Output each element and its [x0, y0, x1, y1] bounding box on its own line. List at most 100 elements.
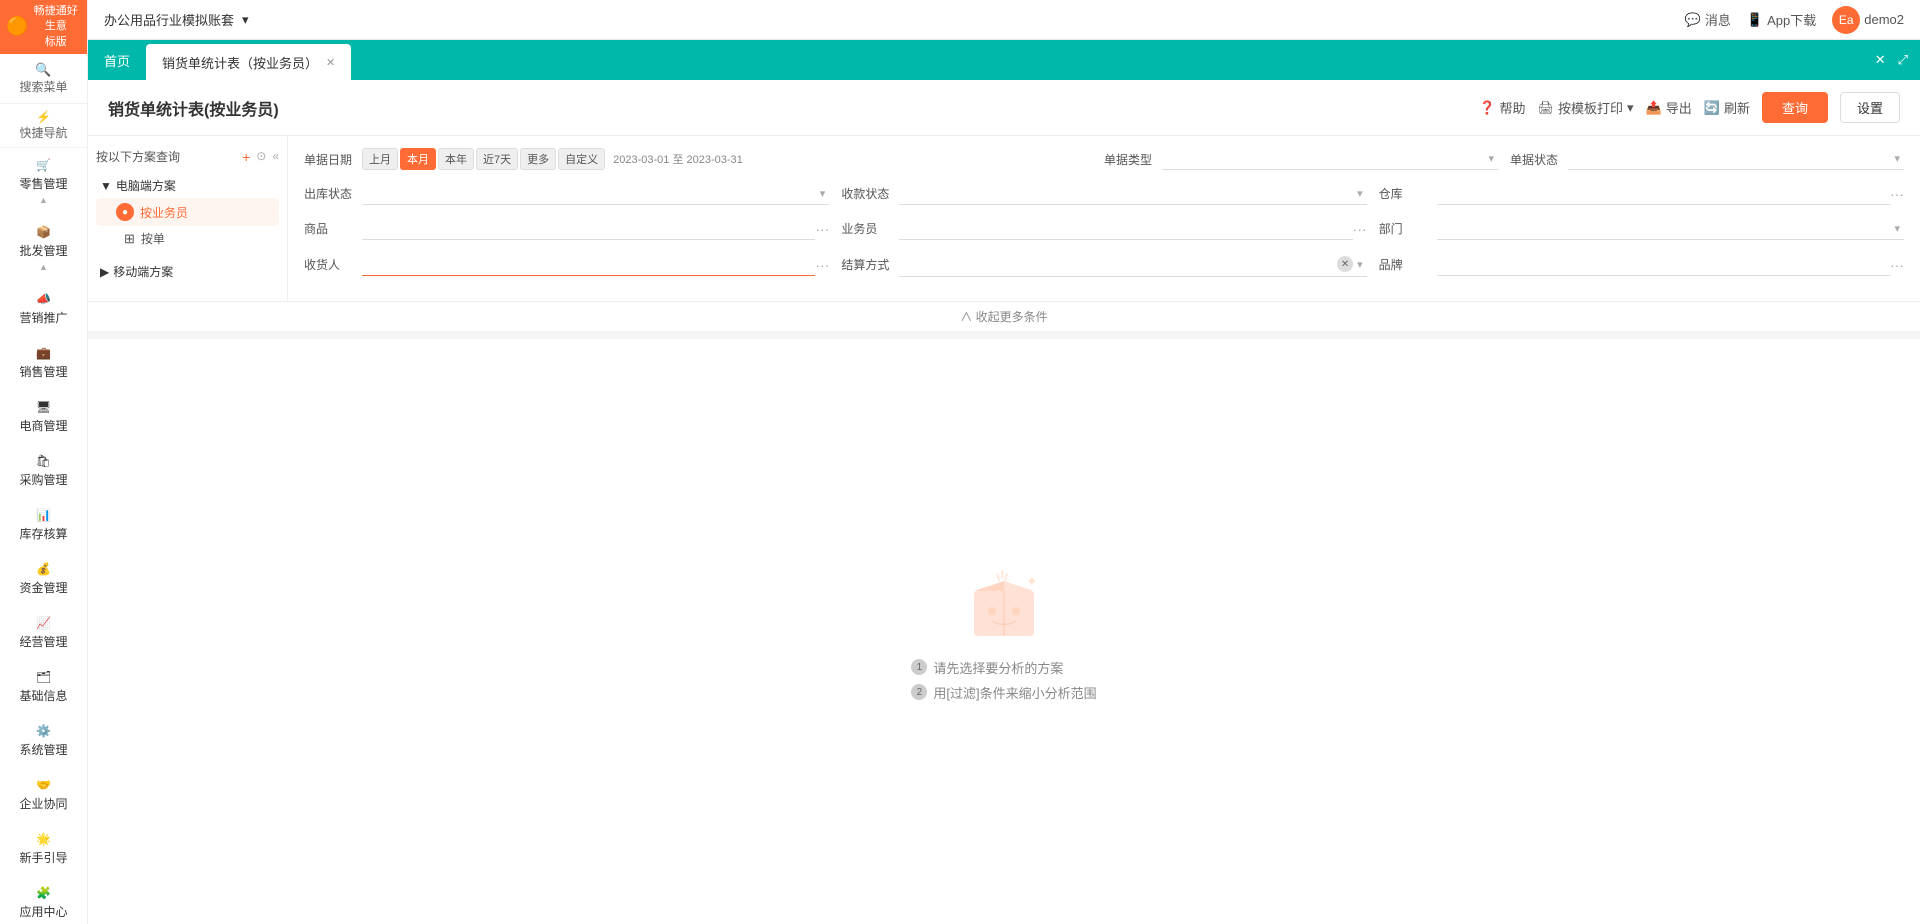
- sidebar-item-operation[interactable]: 📈 经营管理: [0, 606, 87, 660]
- quick-nav-label: 快捷导航: [0, 124, 87, 141]
- tab-close-btn[interactable]: ✕: [326, 56, 335, 69]
- tab-expand-icon[interactable]: ⤢: [1898, 52, 1908, 68]
- desktop-section-title[interactable]: ▼ 电脑端方案: [96, 173, 279, 198]
- settle-method-clear-btn[interactable]: ✕: [1337, 256, 1353, 272]
- sidebar-item-basic[interactable]: 🗂 基础信息: [0, 660, 87, 714]
- search-menu-label: 搜索菜单: [6, 78, 81, 95]
- print-btn[interactable]: 🖨 按模板打印 ▾: [1538, 98, 1634, 117]
- product-input[interactable]: [362, 217, 815, 240]
- user-area[interactable]: Ea demo2: [1832, 6, 1904, 34]
- receipt-status-label: 收款状态: [841, 185, 891, 202]
- filter-area: 按以下方案查询 + ⊙ « ▼ 电脑端方案 ● 按业务员: [88, 136, 1920, 301]
- enterprise-icon: 🤝: [36, 778, 51, 792]
- search-menu-btn[interactable]: 🔍 搜索菜单: [0, 54, 87, 104]
- empty-tips: 1 请先选择要分析的方案 2 用[过滤]条件来缩小分析范围: [911, 658, 1096, 708]
- help-icon: ❓: [1479, 100, 1495, 116]
- date-filter-field: 单据日期 上月 本月 本年 近7天 更多 自定义 2023-03-01 至 20…: [304, 148, 1092, 170]
- sidebar-item-ecommerce[interactable]: 🖥 电商管理: [0, 390, 87, 444]
- brand-dots[interactable]: ···: [1890, 257, 1904, 273]
- warehouse-label: 仓库: [1379, 185, 1429, 202]
- brand-field: 品牌 ···: [1379, 253, 1904, 276]
- edit-scheme-btn[interactable]: ⊙: [256, 149, 266, 165]
- receiver-dots[interactable]: ···: [815, 257, 829, 273]
- tree-item-salesperson[interactable]: ● 按业务员: [96, 198, 279, 226]
- app-download-btn[interactable]: 📱 App下载: [1747, 10, 1816, 29]
- retail-icon: 🛒: [36, 158, 51, 172]
- receipt-status-select[interactable]: ▾: [899, 183, 1366, 205]
- sidebar-logo: 🟠 畅捷通好生意 标版: [0, 0, 87, 54]
- sidebar-item-retail[interactable]: 🛒 零售管理 ▲: [0, 148, 87, 215]
- sidebar-item-system[interactable]: ⚙️ 系统管理: [0, 714, 87, 768]
- out-status-select[interactable]: ▾: [362, 183, 829, 205]
- tab-home[interactable]: 首页: [88, 40, 146, 80]
- sidebar-item-inventory[interactable]: 📊 库存核算: [0, 498, 87, 552]
- brand-input[interactable]: [1437, 253, 1890, 276]
- help-btn[interactable]: ❓ 帮助: [1479, 98, 1525, 117]
- sidebar-item-wholesale[interactable]: 📦 批发管理 ▲: [0, 215, 87, 282]
- export-btn[interactable]: 📤 导出: [1646, 98, 1692, 117]
- sales-icon: 💼: [36, 346, 51, 360]
- title-dropdown-icon[interactable]: ▾: [242, 12, 249, 28]
- tab-sales-stat[interactable]: 销货单统计表（按业务员） ✕: [146, 44, 351, 80]
- mobile-section-title[interactable]: ▶ 移动端方案: [96, 259, 279, 284]
- query-btn[interactable]: 查询: [1762, 92, 1828, 123]
- sidebar-item-sales[interactable]: 💼 销售管理: [0, 336, 87, 390]
- doc-type-label: 单据类型: [1104, 151, 1154, 168]
- warehouse-dots[interactable]: ···: [1890, 186, 1904, 202]
- date-btn-7days[interactable]: 近7天: [476, 148, 518, 170]
- product-dots[interactable]: ···: [815, 221, 829, 237]
- sidebar-item-purchase[interactable]: 🛍 采购管理: [0, 444, 87, 498]
- receiver-label: 收货人: [304, 256, 354, 273]
- settle-method-select[interactable]: ✕ ▾: [899, 252, 1366, 277]
- doc-type-dropdown-icon: ▾: [1488, 152, 1494, 165]
- sidebar-item-appstore[interactable]: 🧩 应用中心: [0, 876, 87, 924]
- message-btn[interactable]: 💬 消息: [1685, 10, 1731, 29]
- main-content: 办公用品行业模拟账套 ▾ 💬 消息 📱 App下载 Ea demo2 首页 销货…: [88, 0, 1920, 924]
- empty-illustration: ✦: [954, 556, 1054, 646]
- date-btn-this-year[interactable]: 本年: [438, 148, 474, 170]
- tip-num-2: 2: [911, 684, 927, 700]
- sidebar-item-marketing[interactable]: 📣 营销推广: [0, 282, 87, 336]
- mobile-section: ▶ 移动端方案: [96, 259, 279, 284]
- date-btn-more[interactable]: 更多: [520, 148, 556, 170]
- collapse-bar[interactable]: ∧ 收起更多条件: [88, 301, 1920, 331]
- quick-nav-btn[interactable]: ⚡ 快捷导航: [0, 104, 87, 148]
- print-icon: 🖨: [1538, 100, 1555, 116]
- department-dropdown-icon: ▾: [1894, 222, 1900, 235]
- add-scheme-btn[interactable]: +: [242, 149, 250, 165]
- date-btn-this-month[interactable]: 本月: [400, 148, 436, 170]
- salesperson-input[interactable]: [899, 217, 1352, 240]
- desktop-section: ▼ 电脑端方案 ● 按业务员 ⊞ 按单: [96, 173, 279, 251]
- tab-close-all-icon[interactable]: ✕: [1875, 52, 1886, 68]
- mobile-expand-icon: ▶: [100, 265, 109, 279]
- salesperson-dots[interactable]: ···: [1353, 221, 1367, 237]
- retail-label: 零售管理: [19, 175, 67, 192]
- department-select[interactable]: ▾: [1437, 218, 1904, 240]
- tree-item-order[interactable]: ⊞ 按单: [96, 226, 279, 251]
- settle-method-label: 结算方式: [841, 256, 891, 273]
- sidebar-item-newbie[interactable]: 🌟 新手引导: [0, 822, 87, 876]
- download-icon: 📱: [1747, 12, 1763, 28]
- brand-label: 品牌: [1379, 256, 1429, 273]
- sidebar-item-enterprise[interactable]: 🤝 企业协同: [0, 768, 87, 822]
- inventory-icon: 📊: [36, 508, 51, 522]
- app-download-label: App下载: [1767, 10, 1816, 29]
- sidebar-item-finance[interactable]: 💰 资金管理: [0, 552, 87, 606]
- date-btn-custom[interactable]: 自定义: [558, 148, 605, 170]
- settings-btn[interactable]: 设置: [1840, 92, 1900, 123]
- sales-label: 销售管理: [19, 363, 67, 380]
- refresh-btn[interactable]: 🔄 刷新: [1704, 98, 1750, 117]
- receiver-input[interactable]: [362, 253, 815, 276]
- warehouse-input[interactable]: [1437, 182, 1890, 205]
- doc-type-select[interactable]: ▾: [1162, 148, 1498, 170]
- receipt-status-field: 收款状态 ▾: [841, 183, 1366, 205]
- date-btns: 上月 本月 本年 近7天 更多 自定义: [362, 148, 605, 170]
- basic-label: 基础信息: [19, 687, 67, 704]
- doc-status-select[interactable]: ▾: [1568, 148, 1904, 170]
- left-panel: 按以下方案查询 + ⊙ « ▼ 电脑端方案 ● 按业务员: [88, 136, 288, 301]
- collapse-scheme-btn[interactable]: «: [272, 149, 279, 165]
- doc-status-label: 单据状态: [1510, 151, 1560, 168]
- date-btn-last-month[interactable]: 上月: [362, 148, 398, 170]
- system-label: 系统管理: [19, 741, 67, 758]
- salesperson-label: 业务员: [841, 220, 891, 237]
